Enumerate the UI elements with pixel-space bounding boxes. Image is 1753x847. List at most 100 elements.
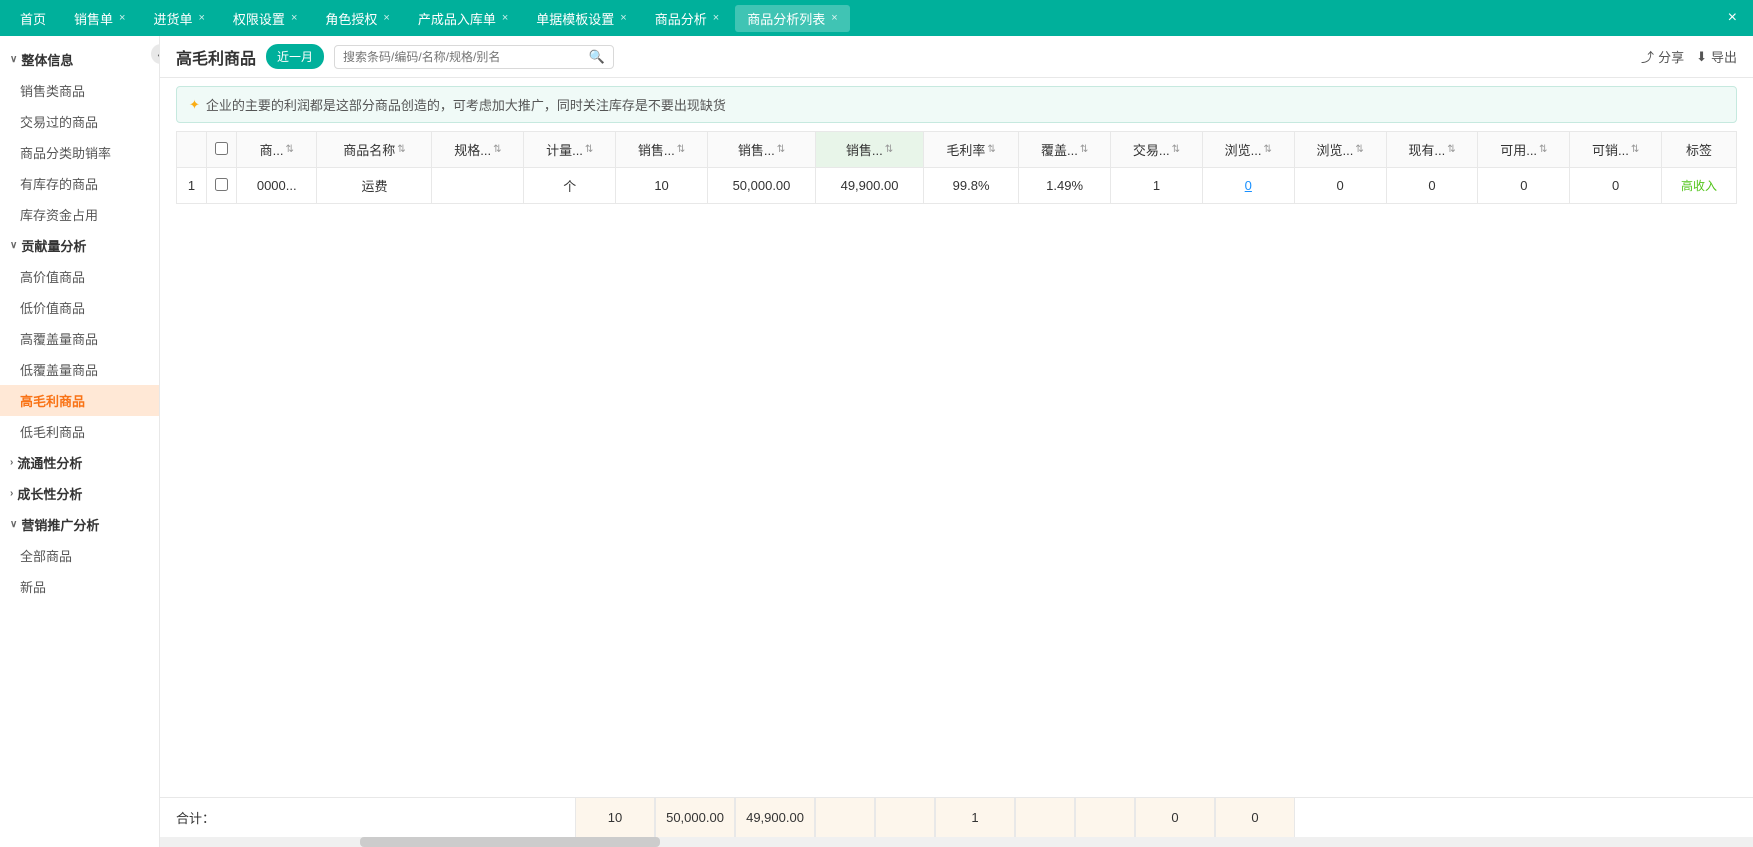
sort-icon-current-stock: ⇅ <box>1447 144 1455 155</box>
col-header-coverage: 覆盖... ⇅ <box>1019 132 1111 168</box>
col-sort-transaction[interactable]: 交易... ⇅ <box>1133 140 1180 159</box>
row-checkbox[interactable] <box>215 178 228 191</box>
export-icon: ⬇ <box>1696 49 1707 65</box>
footer-cell-empty4 <box>1075 798 1135 838</box>
cell-current-stock: 0 <box>1386 168 1478 204</box>
close-purchase-tab[interactable]: × <box>198 12 204 24</box>
nav-tab-permissions[interactable]: 权限设置 × <box>221 5 309 32</box>
close-inbound-tab[interactable]: × <box>502 12 508 24</box>
nav-tab-goods-analysis-list[interactable]: 商品分析列表 × <box>735 5 849 32</box>
sidebar-item-low-coverage-goods[interactable]: 低覆盖量商品 <box>0 354 159 385</box>
footer-cell-empty2 <box>875 798 935 838</box>
sidebar-group-growth-arrow: › <box>10 488 13 499</box>
sort-icon-coverage: ⇅ <box>1080 144 1088 155</box>
sidebar-group-marketing[interactable]: ∨ 营销推广分析 <box>0 509 159 540</box>
col-sort-sales-cost[interactable]: 销售... ⇅ <box>846 140 893 159</box>
col-sort-available-stock[interactable]: 可用... ⇅ <box>1500 140 1547 159</box>
col-sort-spec[interactable]: 规格... ⇅ <box>454 140 501 159</box>
col-sort-name[interactable]: 商品名称 ⇅ <box>343 140 405 159</box>
cell-sellable-stock: 0 <box>1570 168 1662 204</box>
share-button[interactable]: ⤴ 分享 <box>1641 47 1684 66</box>
col-header-name: 商品名称 ⇅ <box>317 132 432 168</box>
cell-spec <box>432 168 524 204</box>
col-sort-current-stock[interactable]: 现有... ⇅ <box>1408 140 1455 159</box>
close-roles-tab[interactable]: × <box>383 12 389 24</box>
col-sort-browse1[interactable]: 浏览... ⇅ <box>1225 140 1272 159</box>
sort-icon-gross-margin: ⇅ <box>987 144 995 155</box>
sidebar-item-high-coverage-goods[interactable]: 高覆盖量商品 <box>0 323 159 354</box>
close-all-tabs-button[interactable]: × <box>1720 9 1745 27</box>
footer-cell-available-stock: 0 <box>1215 798 1295 838</box>
col-sort-sales-qty[interactable]: 销售... ⇅ <box>638 140 685 159</box>
col-sort-sellable-stock[interactable]: 可销... ⇅ <box>1592 140 1639 159</box>
nav-tab-inbound[interactable]: 产成品入库单 × <box>406 5 520 32</box>
sidebar-item-high-margin-goods[interactable]: 高毛利商品 <box>0 385 159 416</box>
nav-tab-goods-analysis[interactable]: 商品分析 × <box>643 5 731 32</box>
scrollbar-thumb[interactable] <box>360 837 660 847</box>
cell-sales-cost: 49,900.00 <box>816 168 924 204</box>
col-sort-unit[interactable]: 计量... ⇅ <box>546 140 593 159</box>
close-goods-analysis-tab[interactable]: × <box>713 12 719 24</box>
info-icon: ✦ <box>189 97 200 113</box>
share-icon: ⤴ <box>1641 47 1654 66</box>
sidebar-item-all-goods[interactable]: 全部商品 <box>0 540 159 571</box>
cell-gross-margin: 99.8% <box>924 168 1019 204</box>
cell-browse1[interactable]: 0 <box>1202 168 1294 204</box>
sidebar-item-in-stock-goods[interactable]: 有库存的商品 <box>0 168 159 199</box>
col-header-sales-amount: 销售... ⇅ <box>707 132 815 168</box>
sidebar-group-overall[interactable]: ∨ 整体信息 <box>0 44 159 75</box>
col-sort-coverage[interactable]: 覆盖... ⇅ <box>1041 140 1088 159</box>
search-icon[interactable]: 🔍 <box>589 49 605 65</box>
footer-cell-transaction: 1 <box>935 798 1015 838</box>
sidebar-item-low-margin-goods[interactable]: 低毛利商品 <box>0 416 159 447</box>
col-sort-browse2[interactable]: 浏览... ⇅ <box>1317 140 1364 159</box>
close-permissions-tab[interactable]: × <box>291 12 297 24</box>
col-header-index <box>177 132 207 168</box>
nav-tab-home[interactable]: 首页 <box>8 5 58 32</box>
export-button[interactable]: ⬇ 导出 <box>1696 47 1737 66</box>
nav-tab-roles[interactable]: 角色授权 × <box>313 5 401 32</box>
sidebar-item-high-value-goods[interactable]: 高价值商品 <box>0 261 159 292</box>
cell-sales-qty: 10 <box>616 168 708 204</box>
cell-sales-amount: 50,000.00 <box>707 168 815 204</box>
cell-coverage: 1.49% <box>1019 168 1111 204</box>
col-header-unit: 计量... ⇅ <box>524 132 616 168</box>
header-actions: ⤴ 分享 ⬇ 导出 <box>1641 47 1737 66</box>
footer-total-label: 合计： <box>176 808 215 827</box>
col-sort-gross-margin[interactable]: 毛利率 ⇅ <box>946 140 995 159</box>
footer-cell-sales-cost: 49,900.00 <box>735 798 815 838</box>
filter-recent-month-button[interactable]: 近一月 <box>266 44 324 69</box>
horizontal-scrollbar[interactable] <box>160 837 1753 847</box>
sidebar-group-contribution[interactable]: ∨ 贡献量分析 <box>0 230 159 261</box>
sidebar-group-liquidity[interactable]: › 流通性分析 <box>0 447 159 478</box>
col-sort-sales-amount[interactable]: 销售... ⇅ <box>738 140 785 159</box>
sidebar-group-growth[interactable]: › 成长性分析 <box>0 478 159 509</box>
sidebar-item-new-goods[interactable]: 新品 <box>0 571 159 602</box>
cell-code: 0000... <box>237 168 317 204</box>
page-title: 高毛利商品 <box>176 45 256 69</box>
nav-tab-sales[interactable]: 销售单 × <box>62 5 137 32</box>
sidebar-item-inventory-capital[interactable]: 库存资金占用 <box>0 199 159 230</box>
search-input[interactable] <box>343 50 585 64</box>
nav-tab-template[interactable]: 单据模板设置 × <box>524 5 638 32</box>
close-template-tab[interactable]: × <box>620 12 626 24</box>
sort-icon-spec: ⇅ <box>493 144 501 155</box>
sidebar-group-overall-arrow: ∨ <box>10 54 17 65</box>
col-sort-code[interactable]: 商... ⇅ <box>260 140 294 159</box>
nav-tab-purchase[interactable]: 进货单 × <box>141 5 216 32</box>
sidebar-group-liquidity-arrow: › <box>10 457 13 468</box>
close-goods-analysis-list-tab[interactable]: × <box>831 12 837 24</box>
goods-table: 商... ⇅ 商品名称 ⇅ 规格... <box>176 131 1737 204</box>
sidebar-item-sales-goods[interactable]: 销售类商品 <box>0 75 159 106</box>
col-header-transaction: 交易... ⇅ <box>1111 132 1203 168</box>
select-all-checkbox[interactable] <box>215 142 228 155</box>
sidebar-item-traded-goods[interactable]: 交易过的商品 <box>0 106 159 137</box>
sidebar-item-category-sales-rate[interactable]: 商品分类助销率 <box>0 137 159 168</box>
sidebar-item-low-value-goods[interactable]: 低价值商品 <box>0 292 159 323</box>
footer-cell-sales-qty: 10 <box>575 798 655 838</box>
footer-cell-sales-amount: 50,000.00 <box>655 798 735 838</box>
col-header-browse2: 浏览... ⇅ <box>1294 132 1386 168</box>
close-sales-tab[interactable]: × <box>119 12 125 24</box>
footer-bar: 合计： 10 50,000.00 49,900.00 1 <box>160 797 1753 837</box>
cell-checkbox <box>207 168 237 204</box>
